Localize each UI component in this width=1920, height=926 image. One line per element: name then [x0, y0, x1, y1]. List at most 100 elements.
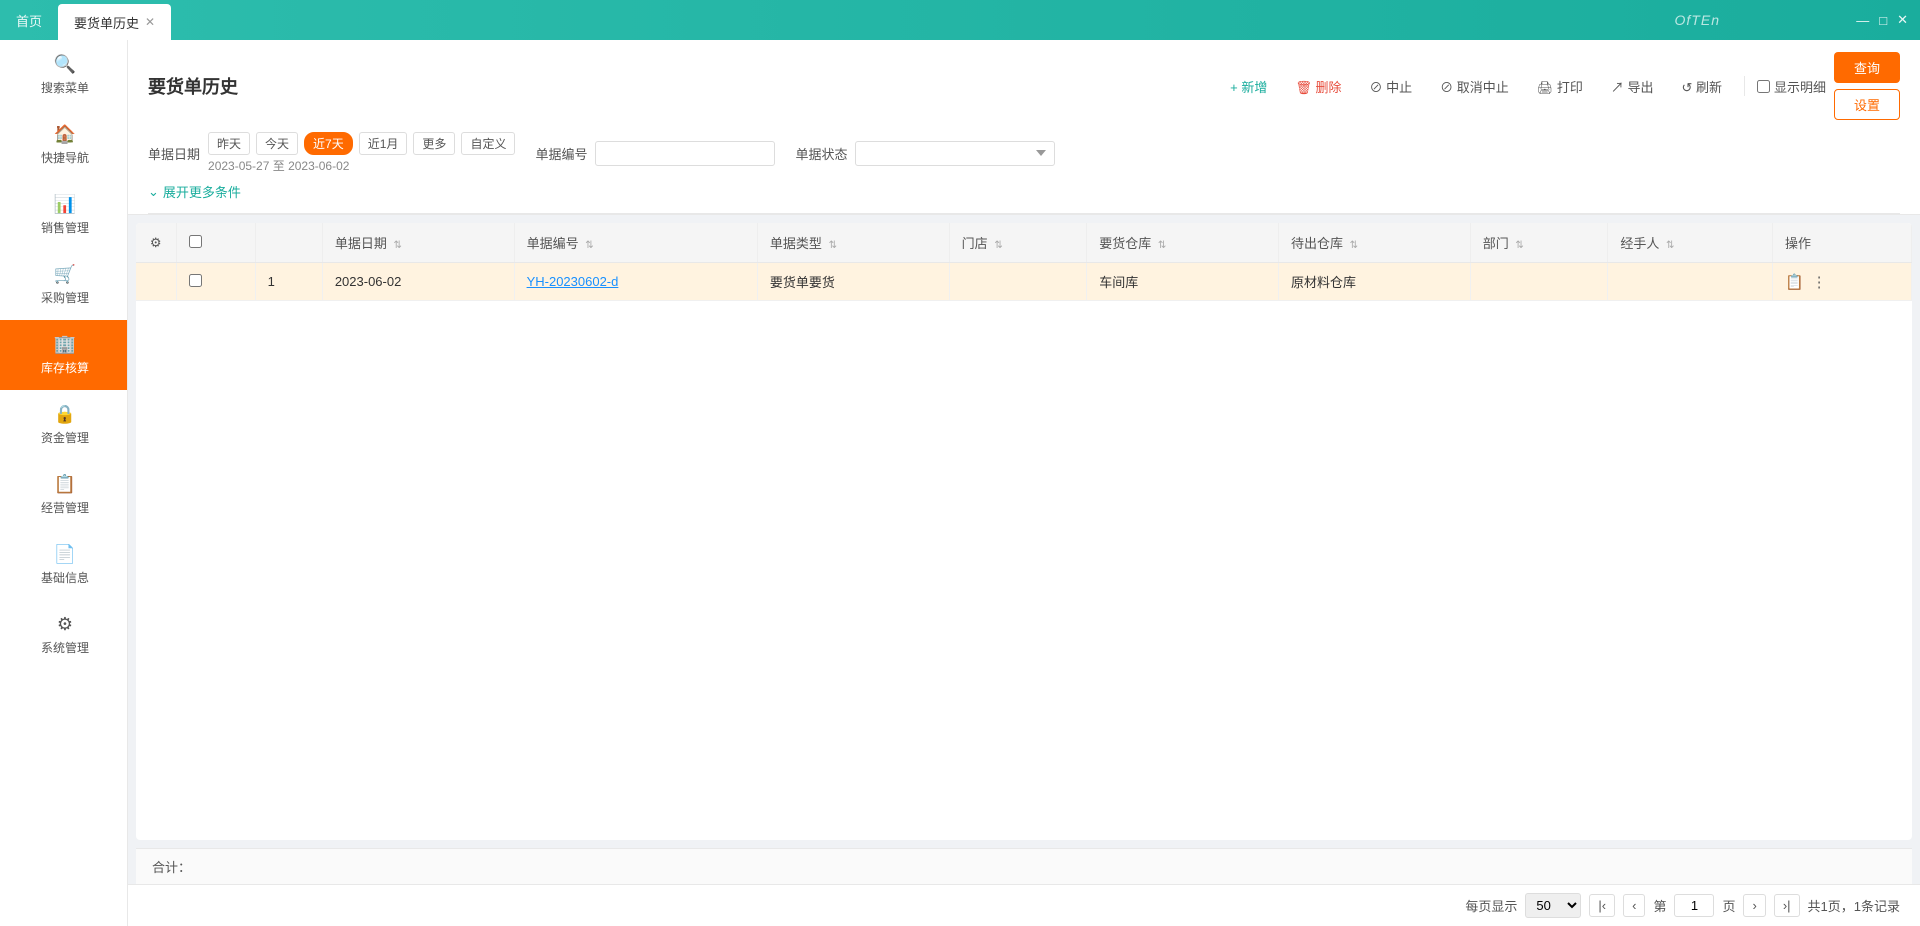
th-store[interactable]: 门店 ⇅ — [949, 223, 1087, 263]
page-suffix: 页 — [1722, 896, 1735, 915]
expand-more-button[interactable]: ⌄ 展开更多条件 — [148, 182, 1900, 201]
th-doc-no[interactable]: 单据编号 ⇅ — [514, 223, 757, 263]
query-button[interactable]: 查询 — [1834, 52, 1900, 83]
th-doc-date[interactable]: 单据日期 ⇅ — [322, 223, 514, 263]
th-doc-no-label: 单据编号 — [527, 236, 579, 251]
sidebar: 🔍 搜索菜单 🏠 快捷导航 📊 销售管理 🛒 采购管理 🏢 库存核算 🔒 资金管… — [0, 40, 128, 926]
th-settings[interactable]: ⚙ — [136, 223, 176, 263]
sort-doc-no-icon: ⇅ — [585, 240, 593, 251]
expand-more-icon: ⌄ — [148, 184, 159, 200]
sidebar-item-sales-mgmt[interactable]: 📊 销售管理 — [0, 180, 127, 250]
basic-info-icon: 📄 — [54, 544, 76, 565]
th-req-warehouse[interactable]: 要货仓库 ⇅ — [1087, 223, 1279, 263]
tab-home[interactable]: 首页 — [0, 0, 58, 40]
filter-row: 单据日期 昨天 今天 近7天 近1月 更多 自定义 2023-05-27 至 2… — [148, 132, 1900, 174]
th-pending-warehouse[interactable]: 待出仓库 ⇅ — [1279, 223, 1471, 263]
date-btn-more[interactable]: 更多 — [413, 132, 455, 155]
th-doc-type[interactable]: 单据类型 ⇅ — [757, 223, 949, 263]
sidebar-item-search-menu[interactable]: 🔍 搜索菜单 — [0, 40, 127, 110]
purchase-mgmt-icon: 🛒 — [54, 264, 76, 285]
th-operations-label: 操作 — [1785, 236, 1811, 251]
close-icon[interactable]: ✕ — [1897, 12, 1908, 28]
show-detail-checkbox[interactable]: 显示明细 — [1757, 77, 1826, 96]
page-number-input[interactable] — [1674, 894, 1714, 917]
sidebar-ops-mgmt-label: 经营管理 — [41, 499, 89, 516]
refresh-button[interactable]: ↺ 刷新 — [1671, 72, 1732, 101]
sort-pending-warehouse-icon: ⇅ — [1350, 240, 1358, 251]
show-detail-label: 显示明细 — [1774, 77, 1826, 96]
brand-text: OfTEn — [1675, 12, 1720, 28]
sidebar-item-finance-mgmt[interactable]: 🔒 资金管理 — [0, 390, 127, 460]
row-settings-cell — [136, 263, 176, 301]
prev-page-button[interactable]: ‹ — [1623, 894, 1645, 917]
minimize-icon[interactable]: — — [1856, 13, 1869, 28]
th-doc-type-label: 单据类型 — [770, 236, 822, 251]
sidebar-item-basic-info[interactable]: 📄 基础信息 — [0, 530, 127, 600]
select-all-checkbox[interactable] — [189, 235, 202, 248]
date-btn-1month[interactable]: 近1月 — [359, 132, 408, 155]
sort-req-warehouse-icon: ⇅ — [1158, 240, 1166, 251]
sidebar-inventory-label: 库存核算 — [41, 359, 89, 376]
sidebar-item-ops-mgmt[interactable]: 📋 经营管理 — [0, 460, 127, 530]
sidebar-finance-mgmt-label: 资金管理 — [41, 429, 89, 446]
doc-status-label: 单据状态 — [795, 144, 847, 163]
stop-button[interactable]: ⊘ 中止 — [1359, 72, 1422, 101]
sidebar-item-inventory[interactable]: 🏢 库存核算 — [0, 320, 127, 390]
tab-requisition-history[interactable]: 要货单历史 ✕ — [58, 4, 171, 40]
next-page-button[interactable]: › — [1743, 894, 1765, 917]
doc-no-filter-group: 单据编号 — [535, 141, 775, 166]
maximize-icon[interactable]: □ — [1879, 13, 1887, 28]
sort-department-icon: ⇅ — [1515, 240, 1523, 251]
row-more-icon[interactable]: ⋮ — [1812, 273, 1827, 291]
window-controls: — □ ✕ — [1856, 12, 1920, 28]
row-doc-no-link[interactable]: YH-20230602-d — [527, 274, 619, 289]
finance-mgmt-icon: 🔒 — [54, 404, 76, 425]
th-handler[interactable]: 经手人 ⇅ — [1608, 223, 1773, 263]
th-store-label: 门店 — [962, 236, 988, 251]
th-index — [255, 223, 322, 263]
last-page-button[interactable]: ›| — [1774, 894, 1800, 917]
date-btn-custom[interactable]: 自定义 — [461, 132, 515, 155]
first-page-button[interactable]: |‹ — [1589, 894, 1615, 917]
requisition-table: ⚙ 单据日期 ⇅ 单据编号 ⇅ 单据类型 ⇅ — [136, 223, 1912, 301]
row-doc-type-cell: 要货单要货 — [757, 263, 949, 301]
per-page-select[interactable]: 50 20 100 — [1525, 893, 1581, 918]
tab-home-label: 首页 — [16, 11, 42, 30]
date-btn-7days[interactable]: 近7天 — [304, 132, 353, 155]
sidebar-quick-nav-label: 快捷导航 — [41, 149, 89, 166]
toolbar-separator — [1744, 76, 1745, 96]
th-department[interactable]: 部门 ⇅ — [1470, 223, 1608, 263]
sidebar-item-quick-nav[interactable]: 🏠 快捷导航 — [0, 110, 127, 180]
row-checkbox[interactable] — [189, 274, 202, 287]
sidebar-item-sys-mgmt[interactable]: ⚙ 系统管理 — [0, 600, 127, 670]
setting-button[interactable]: 设置 — [1834, 89, 1900, 120]
th-operations: 操作 — [1772, 223, 1911, 263]
expand-more-label: 展开更多条件 — [163, 182, 241, 201]
date-btn-yesterday[interactable]: 昨天 — [208, 132, 250, 155]
sidebar-item-purchase-mgmt[interactable]: 🛒 采购管理 — [0, 250, 127, 320]
delete-button[interactable]: 🗑 删除 — [1285, 72, 1351, 101]
cancel-stop-button[interactable]: ⊘ 取消中止 — [1430, 72, 1519, 101]
main-layout: 🔍 搜索菜单 🏠 快捷导航 📊 销售管理 🛒 采购管理 🏢 库存核算 🔒 资金管… — [0, 40, 1920, 926]
page-header: 要货单历史 + 新增 🗑 删除 ⊘ 中止 ⊘ 取消中止 🖨 打印 ↗ 导出 ↺ … — [128, 40, 1920, 215]
new-button[interactable]: + 新增 — [1220, 72, 1277, 101]
print-button[interactable]: 🖨 打印 — [1527, 72, 1593, 101]
doc-no-label: 单据编号 — [535, 144, 587, 163]
row-edit-icon[interactable]: 📋 — [1785, 273, 1804, 291]
doc-no-input[interactable] — [595, 141, 775, 166]
date-filter-label: 单据日期 — [148, 144, 200, 163]
date-range-display: 2023-05-27 至 2023-06-02 — [208, 157, 515, 174]
pagination-bar: 每页显示 50 20 100 |‹ ‹ 第 页 › ›| 共1页，1条记录 — [128, 884, 1920, 926]
sidebar-sys-mgmt-label: 系统管理 — [41, 639, 89, 656]
date-btn-today[interactable]: 今天 — [256, 132, 298, 155]
row-store-cell — [949, 263, 1087, 301]
row-doc-no-cell[interactable]: YH-20230602-d — [514, 263, 757, 301]
tab-requisition-history-label: 要货单历史 — [74, 13, 139, 32]
show-detail-input[interactable] — [1757, 80, 1770, 93]
doc-status-select[interactable] — [855, 141, 1055, 166]
row-doc-date-cell: 2023-06-02 — [322, 263, 514, 301]
tab-close-icon[interactable]: ✕ — [145, 15, 155, 29]
content-area: 要货单历史 + 新增 🗑 删除 ⊘ 中止 ⊘ 取消中止 🖨 打印 ↗ 导出 ↺ … — [128, 40, 1920, 926]
export-button[interactable]: ↗ 导出 — [1601, 72, 1664, 101]
page-label: 第 — [1653, 896, 1666, 915]
